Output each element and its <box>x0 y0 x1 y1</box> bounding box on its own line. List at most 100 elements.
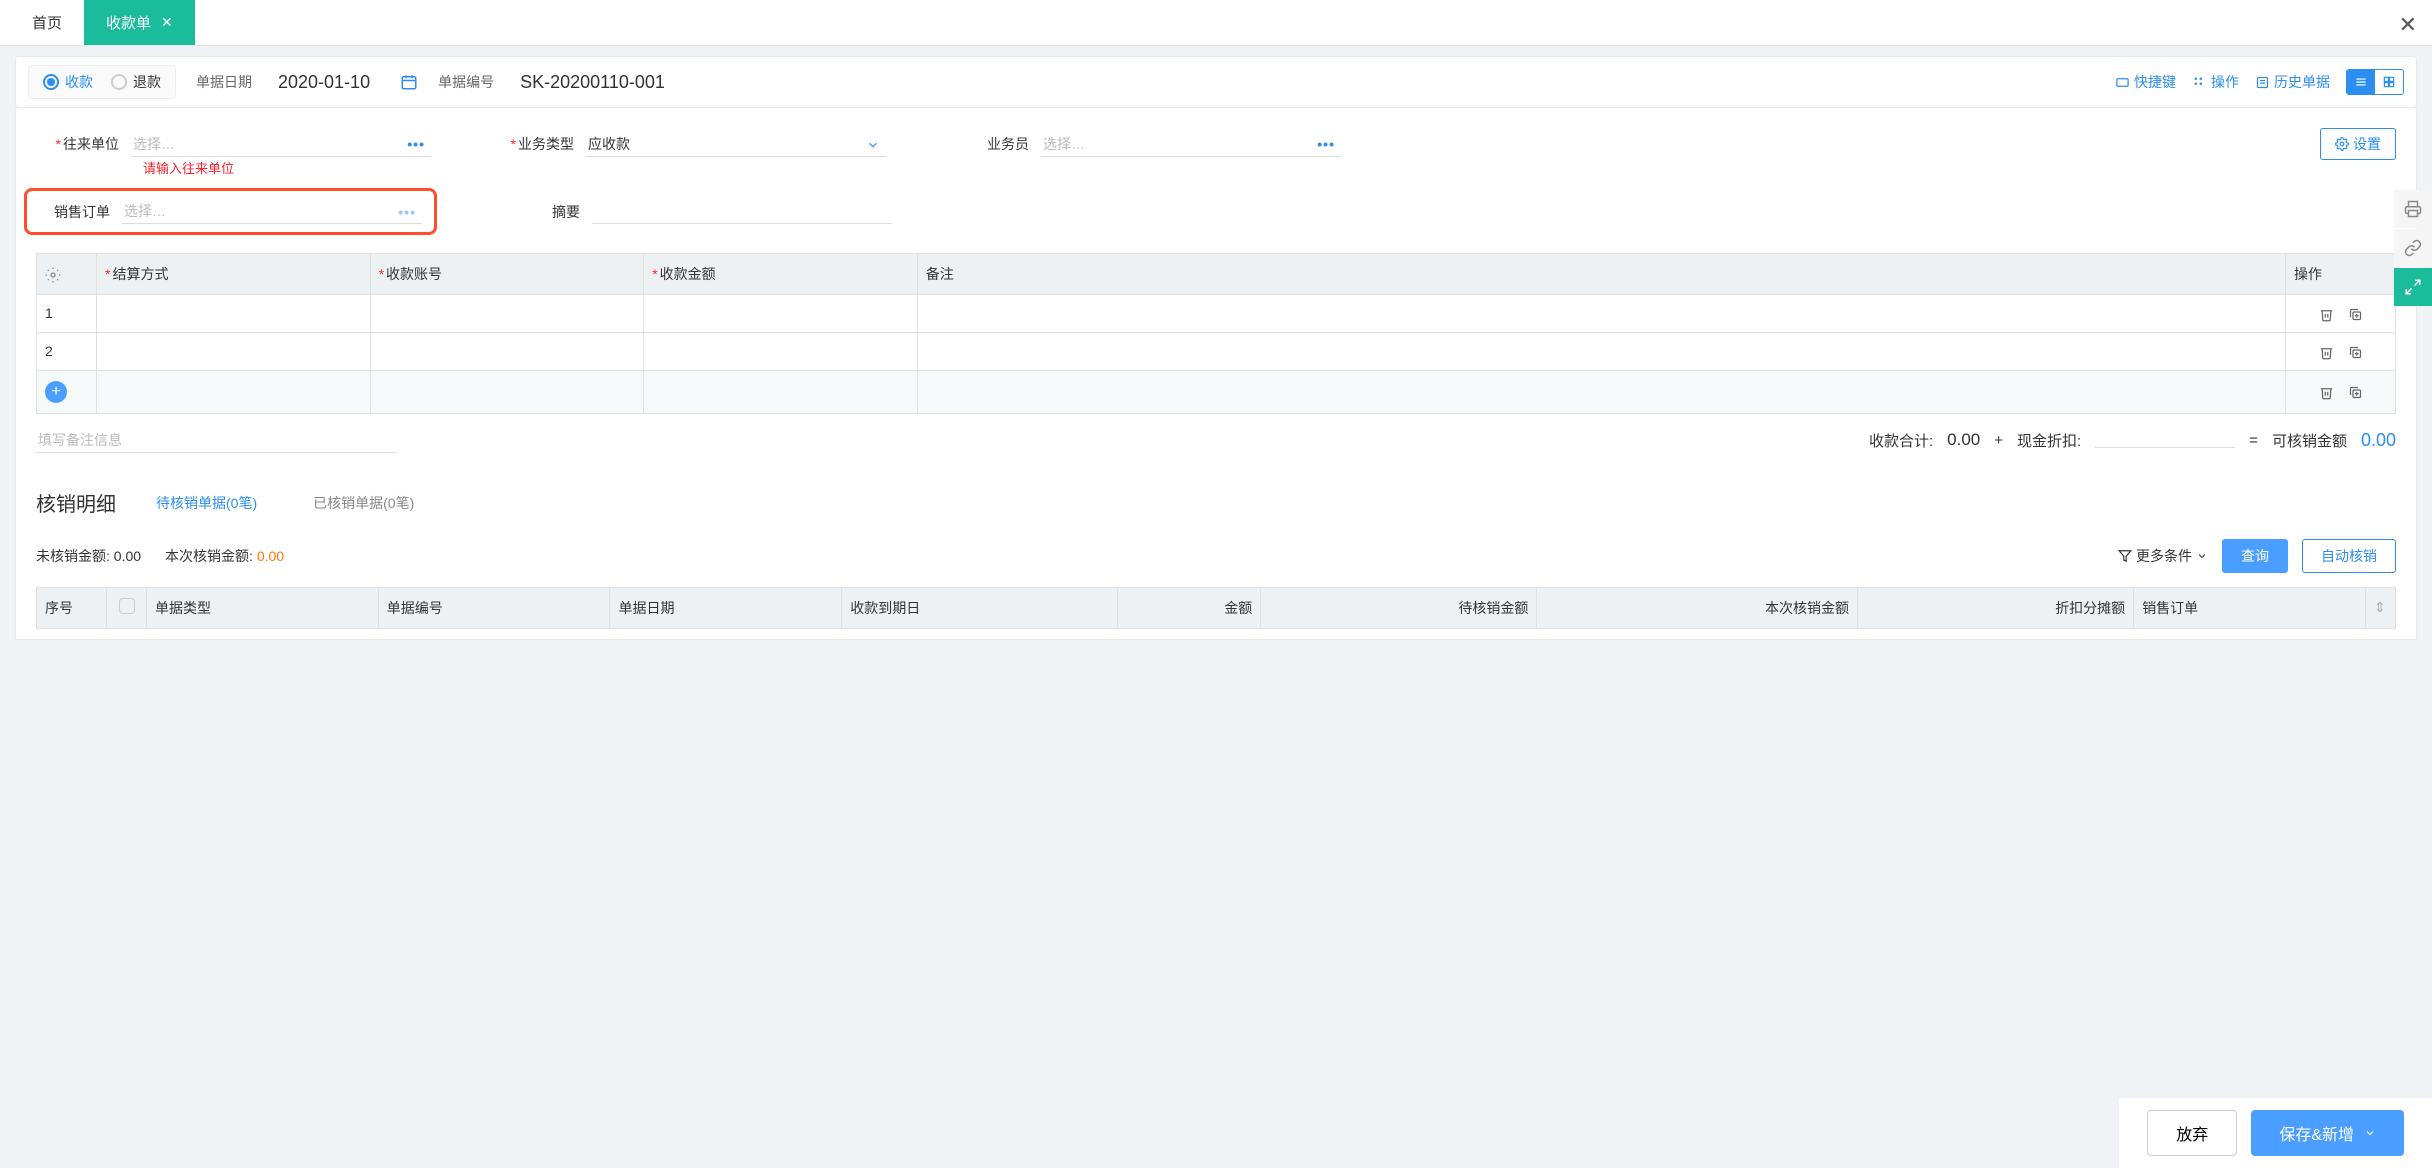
table-row[interactable]: 2 <box>37 332 2396 370</box>
avail-value: 0.00 <box>2361 430 2396 451</box>
more-filter-link[interactable]: 更多条件 <box>2118 546 2208 566</box>
bill-no-label: 单据编号 <box>438 72 494 92</box>
cancel-button[interactable]: 放弃 <box>2147 1110 2237 1156</box>
plus-sign: + <box>1994 432 2003 449</box>
trash-icon[interactable] <box>2319 383 2334 400</box>
cur-header: 本次核销金额 <box>1537 587 1858 628</box>
radio-checked-icon <box>43 74 59 90</box>
more-icon[interactable]: ••• <box>1317 136 1335 152</box>
remark-header: 备注 <box>917 254 2285 295</box>
tab-receipt[interactable]: 收款单 ✕ <box>84 0 195 45</box>
close-icon[interactable]: ✕ <box>161 14 173 31</box>
radio-refund-label: 退款 <box>133 72 161 92</box>
detail-grid: 序号 单据类型 单据编号 单据日期 收款到期日 金额 待核销金额 本次核销金额 … <box>36 587 2396 629</box>
row-number: 1 <box>37 295 97 333</box>
view-toggle <box>2346 69 2404 95</box>
table-add-row: + <box>37 370 2396 413</box>
query-button[interactable]: 查询 <box>2222 539 2288 573</box>
table-row[interactable]: 1 <box>37 295 2396 333</box>
biztype-input[interactable] <box>586 132 886 157</box>
expand-icon[interactable] <box>2394 268 2432 306</box>
bill-date-value[interactable]: 2020-01-10 <box>278 72 370 93</box>
summary-input[interactable] <box>592 199 892 224</box>
discount-input[interactable] <box>2095 432 2235 448</box>
link-icon[interactable] <box>2394 229 2432 267</box>
header-bar: 收款 退款 单据日期 2020-01-10 单据编号 SK-20200110-0… <box>15 56 2417 108</box>
trash-icon[interactable] <box>2319 305 2334 322</box>
tab-home[interactable]: 首页 <box>10 0 84 45</box>
no-header: 单据编号 <box>378 587 610 628</box>
tab-receipt-label: 收款单 <box>106 12 151 33</box>
pending-tab[interactable]: 待核销单据(0笔) <box>140 487 273 519</box>
salesorder-field: 销售订单 ••• <box>39 199 422 224</box>
operate-label: 操作 <box>2211 72 2239 92</box>
disc-header: 折扣分摊额 <box>1858 587 2134 628</box>
biztype-field: *业务类型 <box>491 128 886 160</box>
payment-grid: *结算方式 *收款账号 *收款金额 备注 操作 1 2 <box>36 253 2396 414</box>
copy-icon[interactable] <box>2348 305 2363 322</box>
salesorder-label: 销售订单 <box>39 202 122 222</box>
operate-link[interactable]: 操作 <box>2192 72 2239 92</box>
settings-label: 设置 <box>2353 134 2381 154</box>
detail-title: 核销明细 <box>36 488 116 517</box>
amt-header: 金额 <box>1118 587 1261 628</box>
history-link[interactable]: 历史单据 <box>2255 72 2330 92</box>
settle-header: *结算方式 <box>97 254 371 295</box>
party-label: *往来单位 <box>36 134 131 154</box>
type-radio-group: 收款 退款 <box>28 65 176 99</box>
page-close-icon[interactable]: ✕ <box>2399 12 2417 38</box>
side-toolbar <box>2394 190 2432 306</box>
checkbox-header[interactable] <box>107 587 147 628</box>
list-view-icon[interactable] <box>2347 70 2375 94</box>
party-input[interactable] <box>131 132 431 157</box>
copy-icon[interactable] <box>2348 383 2363 400</box>
total-label: 收款合计: <box>1869 430 1933 451</box>
copy-icon[interactable] <box>2348 343 2363 360</box>
total-value: 0.00 <box>1947 430 1980 450</box>
settings-button[interactable]: 设置 <box>2320 128 2396 160</box>
so-header: 销售订单 <box>2134 587 2366 628</box>
staff-label: 业务员 <box>946 134 1041 154</box>
discount-label: 现金折扣: <box>2017 430 2081 451</box>
save-label: 保存&新增 <box>2279 1121 2354 1145</box>
pend-header: 待核销金额 <box>1261 587 1537 628</box>
print-icon[interactable] <box>2394 190 2432 228</box>
detail-toolbar: 未核销金额: 0.00 本次核销金额: 0.00 更多条件 查询 自动核销 <box>36 525 2396 587</box>
save-button[interactable]: 保存&新增 <box>2251 1110 2404 1156</box>
equals-sign: = <box>2249 432 2258 449</box>
auto-button[interactable]: 自动核销 <box>2302 539 2396 573</box>
done-tab[interactable]: 已核销单据(0笔) <box>297 487 430 519</box>
amt-header: *收款金额 <box>644 254 918 295</box>
gear-header[interactable] <box>37 254 97 295</box>
tab-bar: 首页 收款单 ✕ ✕ <box>0 0 2432 46</box>
detail-section-header: 核销明细 待核销单据(0笔) 已核销单据(0笔) <box>36 467 2396 525</box>
acct-header: *收款账号 <box>370 254 644 295</box>
unverify-label: 未核销金额: 0.00 <box>36 546 141 566</box>
radio-unchecked-icon <box>111 74 127 90</box>
due-header: 收款到期日 <box>842 587 1118 628</box>
chevron-down-icon[interactable] <box>866 136 880 152</box>
radio-receive[interactable]: 收款 <box>43 72 93 92</box>
row-number: 2 <box>37 332 97 370</box>
type-header: 单据类型 <box>147 587 379 628</box>
bill-date-label: 单据日期 <box>196 72 252 92</box>
staff-input[interactable] <box>1041 132 1341 157</box>
radio-refund[interactable]: 退款 <box>111 72 161 92</box>
summary-row: 收款合计: 0.00 + 现金折扣: = 可核销金额 0.00 <box>36 414 2396 467</box>
remark-input[interactable] <box>36 428 396 453</box>
avail-label: 可核销金额 <box>2272 430 2347 451</box>
summary-field: 摘要 <box>497 188 892 235</box>
shortcut-link[interactable]: 快捷键 <box>2115 72 2176 92</box>
card-view-icon[interactable] <box>2375 70 2403 94</box>
more-icon[interactable]: ••• <box>398 204 416 220</box>
thisverify-label: 本次核销金额: 0.00 <box>165 546 284 566</box>
radio-receive-label: 收款 <box>65 72 93 92</box>
form-area: *往来单位 ••• 请输入往来单位 *业务类型 业务员 ••• 设置 <box>15 108 2417 640</box>
salesorder-input[interactable] <box>122 199 422 224</box>
more-icon[interactable]: ••• <box>407 136 425 152</box>
calendar-icon[interactable] <box>400 73 418 91</box>
sort-icon[interactable]: ⇕ <box>2366 587 2396 628</box>
trash-icon[interactable] <box>2319 343 2334 360</box>
summary-label: 摘要 <box>497 202 592 222</box>
add-row-icon[interactable]: + <box>45 381 67 403</box>
